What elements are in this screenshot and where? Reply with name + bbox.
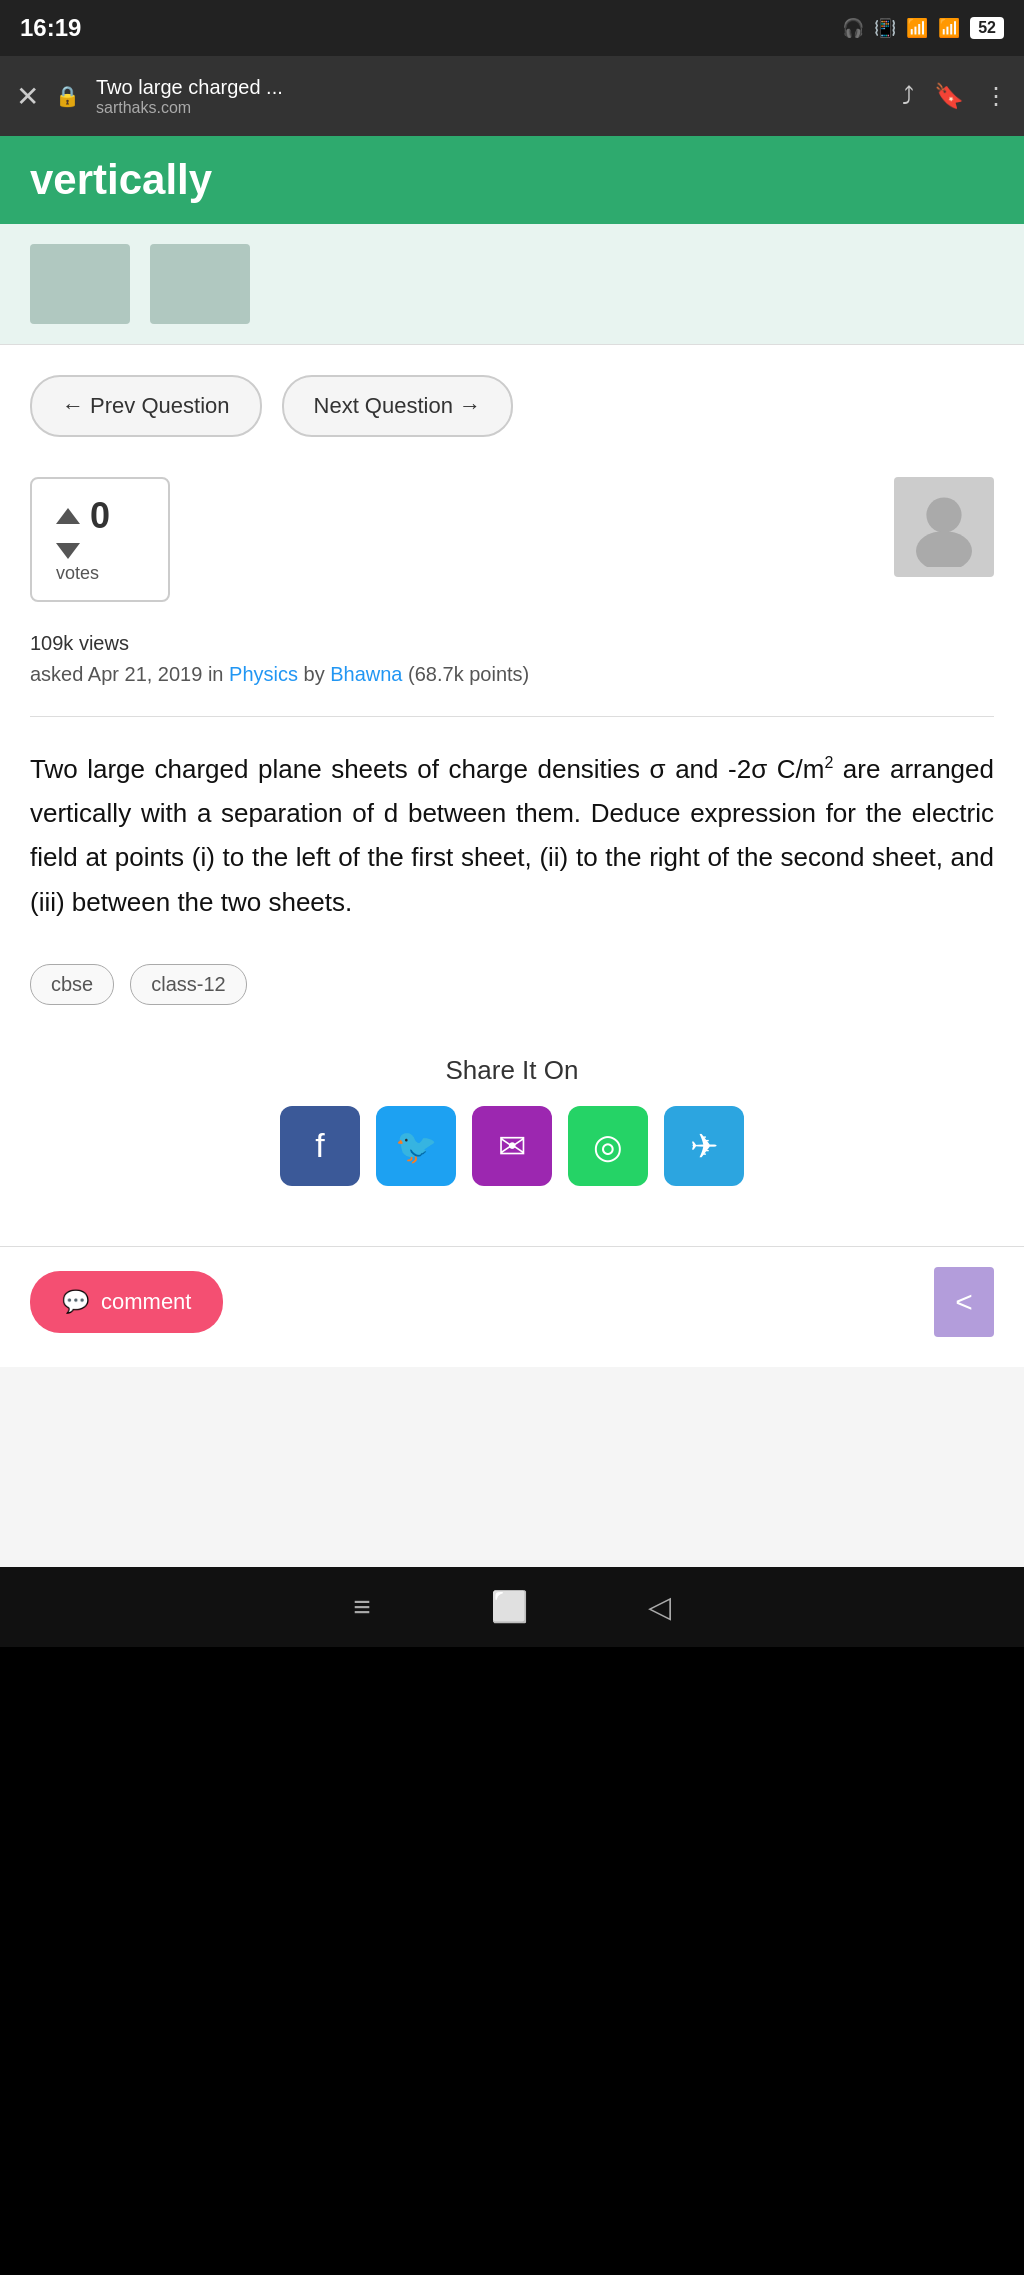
- svg-point-1: [916, 531, 972, 567]
- bookmark-icon[interactable]: 🔖: [934, 82, 964, 110]
- tag-class12[interactable]: class-12: [130, 964, 246, 1005]
- page-title: Two large charged ...: [96, 76, 886, 99]
- share-title: Share It On: [30, 1055, 994, 1086]
- status-time: 16:19: [20, 14, 81, 42]
- menu-icon[interactable]: ⋮: [984, 82, 1008, 110]
- status-bar: 16:19 🎧 📳 📶 📶 52: [0, 0, 1024, 56]
- share-browser-icon[interactable]: ⤴: [902, 82, 914, 110]
- vote-section: 0 votes: [30, 477, 994, 602]
- meta-info: 109k views asked Apr 21, 2019 in Physics…: [30, 632, 994, 686]
- wifi-icon: 📶: [906, 17, 928, 39]
- asked-prefix: asked: [30, 663, 83, 685]
- share-whatsapp-button[interactable]: ◎: [568, 1106, 648, 1186]
- question-text: Two large charged plane sheets of charge…: [30, 747, 994, 924]
- page-header: vertically: [0, 136, 1024, 224]
- bottom-nav-bar: ≡ ⬜ ◁: [0, 1567, 1024, 1647]
- avatar: [894, 477, 994, 577]
- avatar-icon: [904, 487, 984, 567]
- downvote-arrow[interactable]: [56, 543, 80, 559]
- meta-divider: [30, 716, 994, 717]
- tag-cbse[interactable]: cbse: [30, 964, 114, 1005]
- battery-indicator: 52: [970, 17, 1004, 39]
- back-arrow-icon: <: [955, 1285, 973, 1319]
- prev-question-button[interactable]: ← Prev Question: [30, 375, 262, 437]
- signal-icon: 📶: [938, 17, 960, 39]
- share-email-button[interactable]: ✉: [472, 1106, 552, 1186]
- back-button[interactable]: <: [934, 1267, 994, 1337]
- browser-title-area: Two large charged ... sarthaks.com: [96, 76, 886, 117]
- navigation-buttons: ← Prev Question Next Question →: [30, 375, 994, 437]
- author-link[interactable]: Bhawna: [330, 663, 402, 685]
- vibrate-icon: 📳: [874, 17, 896, 39]
- vote-box: 0 votes: [30, 477, 170, 602]
- header-text: vertically: [30, 156, 212, 203]
- views-count: 109k views: [30, 632, 994, 655]
- thumbnail-2: [150, 244, 250, 324]
- asked-line: asked Apr 21, 2019 in Physics by Bhawna …: [30, 663, 994, 686]
- share-buttons: f 🐦 ✉ ◎ ✈: [30, 1106, 994, 1186]
- headphone-icon: 🎧: [842, 17, 864, 39]
- by-word: by: [304, 663, 325, 685]
- home-icon[interactable]: ⬜: [491, 1589, 528, 1624]
- vote-up-area: 0: [56, 495, 110, 537]
- in-word: in: [208, 663, 224, 685]
- share-section: Share It On f 🐦 ✉ ◎ ✈: [30, 1055, 994, 1186]
- svg-point-0: [926, 497, 961, 532]
- vote-label: votes: [56, 563, 99, 584]
- status-icons: 🎧 📳 📶 📶 52: [842, 17, 1004, 39]
- bottom-area: 💬 comment <: [0, 1247, 1024, 1367]
- comment-button[interactable]: 💬 comment: [30, 1271, 223, 1333]
- vote-count: 0: [90, 495, 110, 537]
- share-twitter-button[interactable]: 🐦: [376, 1106, 456, 1186]
- back-nav-icon[interactable]: ◁: [648, 1589, 671, 1624]
- comment-label: comment: [101, 1289, 191, 1315]
- browser-actions: ⤴ 🔖 ⋮: [902, 82, 1008, 110]
- hamburger-icon[interactable]: ≡: [353, 1590, 371, 1624]
- category-link[interactable]: Physics: [229, 663, 298, 685]
- tags-section: cbse class-12: [30, 964, 994, 1005]
- thumbnail-area: [0, 224, 1024, 345]
- close-tab-button[interactable]: ✕: [16, 80, 39, 113]
- thumbnail-1: [30, 244, 130, 324]
- lock-icon: 🔒: [55, 84, 80, 108]
- main-content: ← Prev Question Next Question → 0 votes …: [0, 345, 1024, 1246]
- page-url: sarthaks.com: [96, 99, 886, 117]
- next-question-button[interactable]: Next Question →: [282, 375, 514, 437]
- points-text: (68.7k points): [408, 663, 529, 685]
- browser-bar: ✕ 🔒 Two large charged ... sarthaks.com ⤴…: [0, 56, 1024, 136]
- share-facebook-button[interactable]: f: [280, 1106, 360, 1186]
- comment-icon: 💬: [62, 1289, 89, 1315]
- share-telegram-button[interactable]: ✈: [664, 1106, 744, 1186]
- upvote-arrow[interactable]: [56, 508, 80, 524]
- spacer: [0, 1367, 1024, 1567]
- asked-date: Apr 21, 2019: [88, 663, 203, 685]
